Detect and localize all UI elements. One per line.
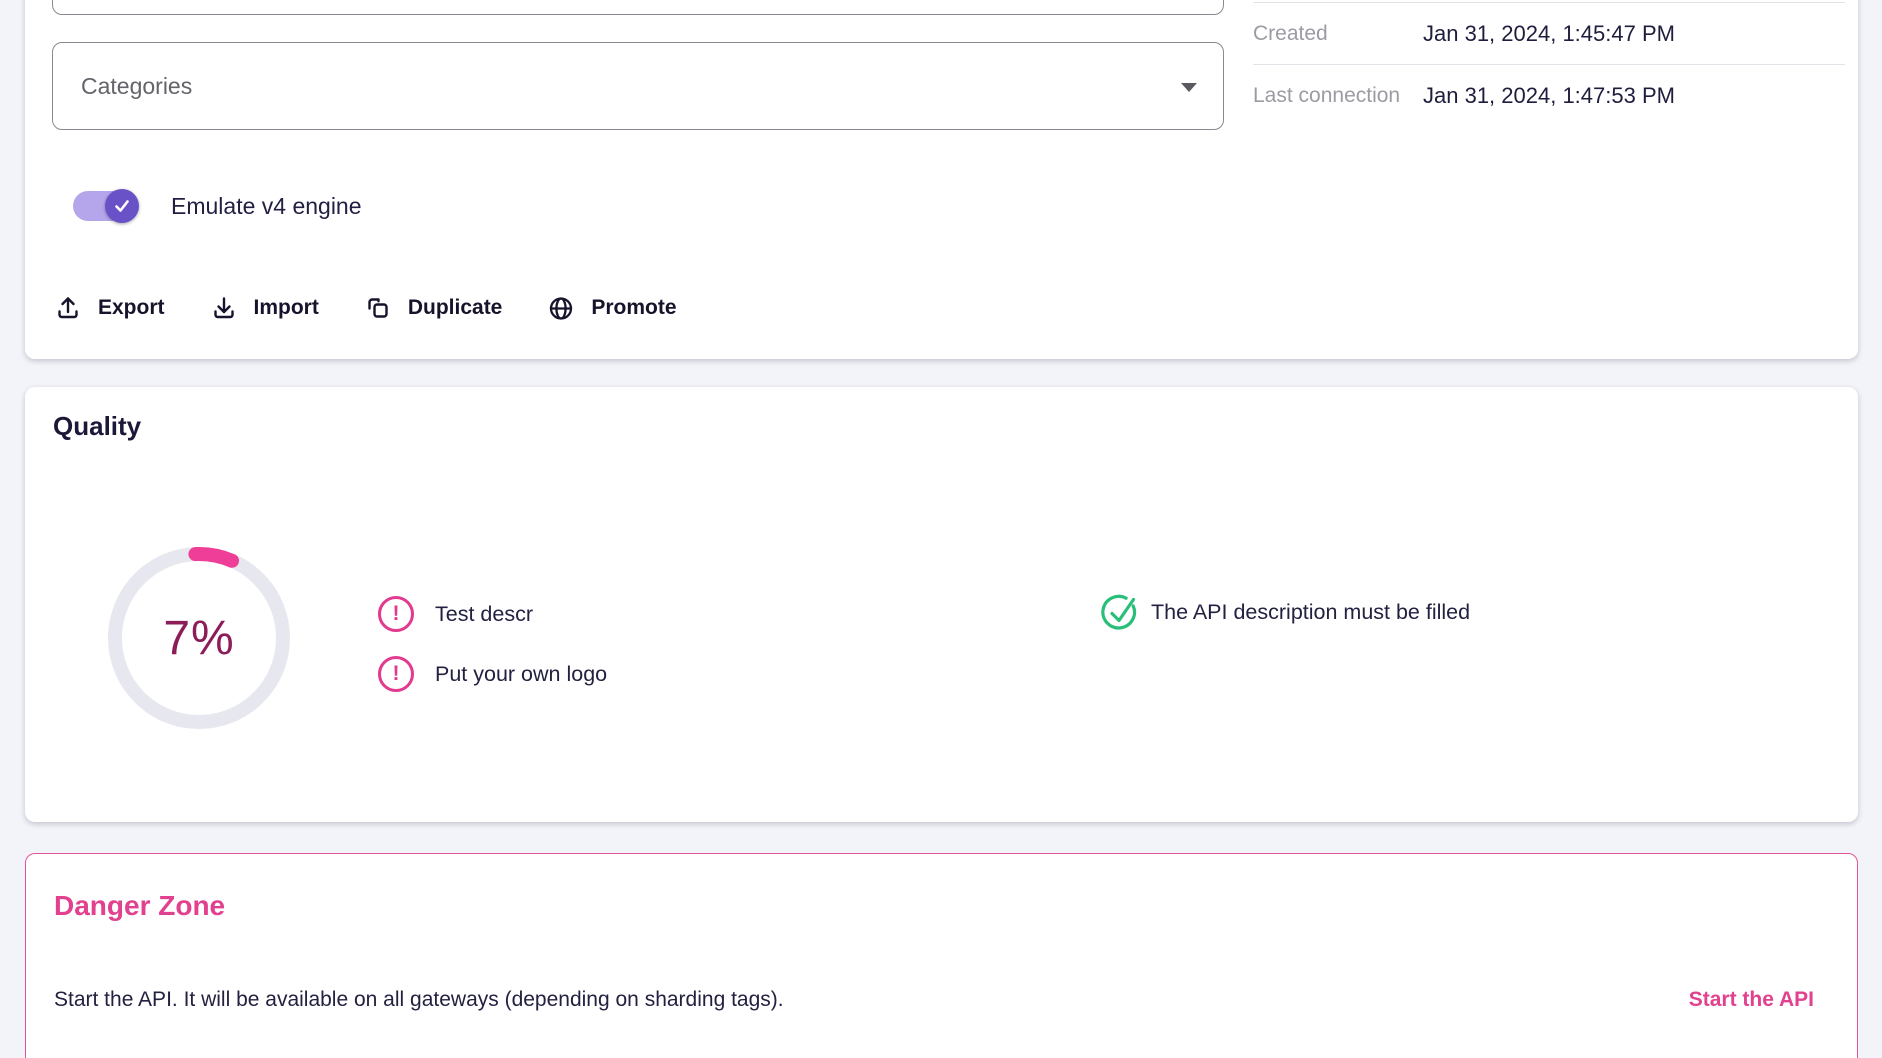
import-button[interactable]: Import — [210, 294, 319, 322]
quality-warning-text: Put your own logo — [435, 662, 607, 687]
quality-warning-text: Test descr — [435, 602, 533, 627]
toggle-thumb — [105, 189, 139, 223]
quality-score-value: 7% — [108, 547, 290, 729]
emulate-v4-toggle-row: Emulate v4 engine — [73, 188, 362, 224]
detail-row-created: Created Jan 31, 2024, 1:45:47 PM — [1253, 2, 1845, 65]
duplicate-button[interactable]: Duplicate — [364, 294, 503, 322]
last-connection-value: Jan 31, 2024, 1:47:53 PM — [1423, 76, 1845, 115]
quality-passed-text: The API description must be filled — [1151, 600, 1470, 625]
quality-warning-item: ! Test descr — [378, 596, 607, 632]
page: Categories Emulate v4 engine Export — [0, 0, 1882, 1058]
promote-button[interactable]: Promote — [547, 294, 676, 322]
quality-score-donut: 7% — [108, 547, 290, 729]
export-button[interactable]: Export — [54, 294, 165, 322]
check-circle-icon — [1100, 592, 1140, 632]
categories-select[interactable]: Categories — [52, 42, 1224, 130]
quality-warning-item: ! Put your own logo — [378, 656, 607, 692]
api-actions-toolbar: Export Import Duplicate — [54, 294, 677, 322]
quality-card: Quality 7% ! Test descr ! Put your own l… — [25, 387, 1858, 822]
quality-warning-list: ! Test descr ! Put your own logo — [378, 596, 607, 716]
emulate-v4-toggle-label: Emulate v4 engine — [171, 193, 362, 220]
start-api-button[interactable]: Start the API — [1689, 988, 1814, 1012]
name-input[interactable] — [52, 0, 1224, 15]
api-details-table: Created Jan 31, 2024, 1:45:47 PM Last co… — [1253, 2, 1845, 126]
import-button-label: Import — [254, 296, 319, 320]
quality-passed-item: The API description must be filled — [1100, 592, 1470, 632]
danger-zone-start-row: Start the API. It will be available on a… — [54, 986, 1814, 1014]
last-connection-label: Last connection — [1253, 76, 1423, 115]
start-api-description: Start the API. It will be available on a… — [54, 988, 784, 1012]
chevron-down-icon — [1181, 83, 1197, 92]
promote-globe-icon — [547, 294, 575, 322]
export-icon — [54, 294, 82, 322]
duplicate-icon — [364, 294, 392, 322]
quality-title: Quality — [53, 411, 141, 442]
warning-icon: ! — [378, 596, 414, 632]
detail-row-last-connection: Last connection Jan 31, 2024, 1:47:53 PM — [1253, 65, 1845, 126]
created-value: Jan 31, 2024, 1:45:47 PM — [1423, 14, 1845, 53]
general-info-card: Categories Emulate v4 engine Export — [25, 0, 1858, 359]
warning-icon: ! — [378, 656, 414, 692]
duplicate-button-label: Duplicate — [408, 296, 503, 320]
emulate-v4-toggle[interactable] — [73, 191, 137, 221]
created-label: Created — [1253, 14, 1423, 53]
danger-zone-title: Danger Zone — [54, 890, 225, 922]
promote-button-label: Promote — [591, 296, 676, 320]
categories-select-label: Categories — [81, 43, 192, 129]
danger-zone-card: Danger Zone Start the API. It will be av… — [25, 853, 1858, 1058]
check-icon — [113, 197, 131, 215]
import-icon — [210, 294, 238, 322]
export-button-label: Export — [98, 296, 165, 320]
